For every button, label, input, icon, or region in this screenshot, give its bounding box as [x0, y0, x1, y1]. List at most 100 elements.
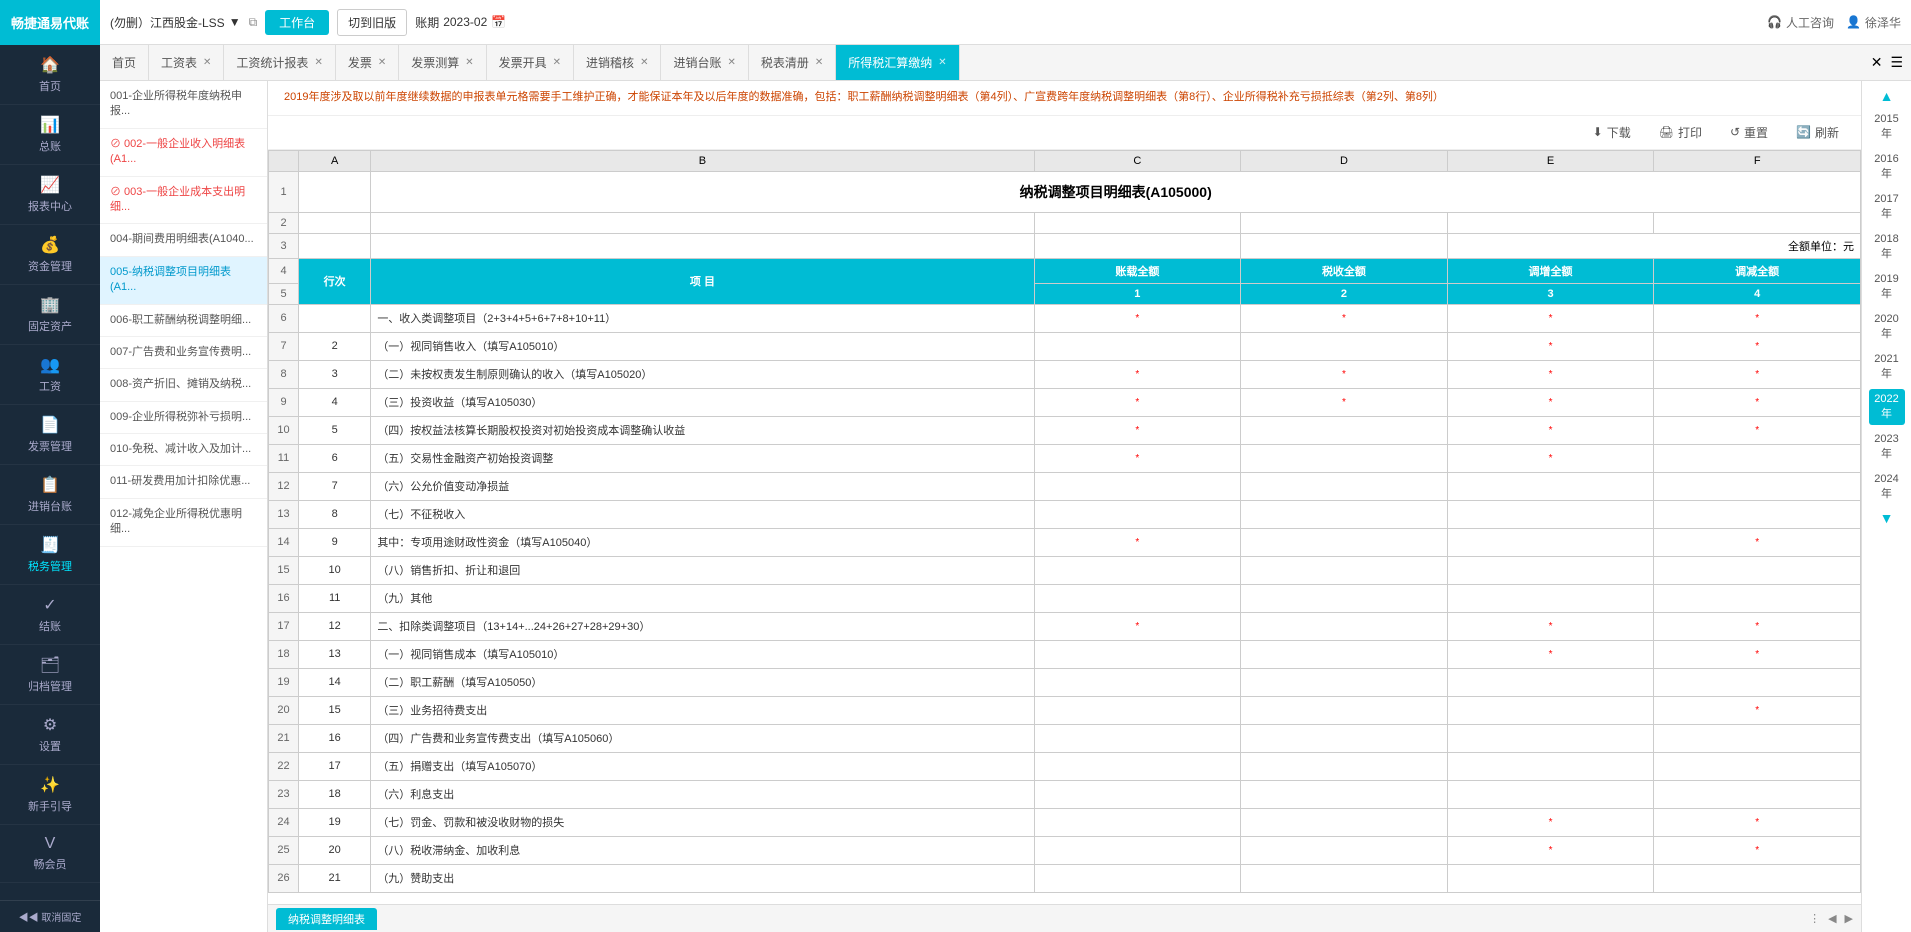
table-row-7[interactable]: 12 7 （六）公允价值变动净损益: [269, 472, 1861, 500]
cell-r12-c3[interactable]: *: [1447, 612, 1654, 640]
cell-r11-c4[interactable]: [1654, 584, 1861, 612]
cell-r20-c3[interactable]: *: [1447, 836, 1654, 864]
year-scroll-down[interactable]: ▼: [1877, 507, 1897, 529]
tab-close-8[interactable]: ✕: [815, 57, 823, 68]
sidebar-item-salary[interactable]: 👥工资: [0, 345, 100, 405]
cell-r12-c4[interactable]: *: [1654, 612, 1861, 640]
cell-r2-c2[interactable]: [1241, 332, 1448, 360]
scroll-left-icon[interactable]: ◀: [1828, 912, 1836, 925]
cell-r6-c4[interactable]: [1654, 444, 1861, 472]
calendar-icon[interactable]: 📅: [491, 15, 506, 29]
tab-close-7[interactable]: ✕: [727, 57, 735, 68]
cell-r3-c3[interactable]: *: [1447, 360, 1654, 388]
cell-r11-c2[interactable]: [1241, 584, 1448, 612]
cell-r4-c3[interactable]: *: [1447, 388, 1654, 416]
year-btn-2019年[interactable]: 2019年: [1869, 269, 1905, 305]
sidebar-item-settings[interactable]: ⚙设置: [0, 705, 100, 765]
cell-r13-c2[interactable]: [1241, 640, 1448, 668]
cell-r15-c1[interactable]: [1034, 696, 1241, 724]
tab-5[interactable]: 发票开具✕: [487, 45, 574, 81]
cell-r16-c1[interactable]: [1034, 724, 1241, 752]
cell-r20-c1[interactable]: [1034, 836, 1241, 864]
cell-r5-c2[interactable]: [1241, 416, 1448, 444]
sidebar-item-asset-mgmt[interactable]: 💰资金管理: [0, 225, 100, 285]
cell-r20-c2[interactable]: [1241, 836, 1448, 864]
cell-r9-c2[interactable]: [1241, 528, 1448, 556]
cell-r2-c4[interactable]: *: [1654, 332, 1861, 360]
doc-item-007[interactable]: 007-广告费和业务宣传费明...: [100, 337, 267, 369]
cell-r2-c1[interactable]: [1034, 332, 1241, 360]
reset-button[interactable]: ↺ 重置: [1724, 122, 1774, 143]
tab-9[interactable]: 所得税汇算缴纳✕: [836, 45, 959, 81]
tab-close-9[interactable]: ✕: [938, 57, 946, 68]
cell-r3-c4[interactable]: *: [1654, 360, 1861, 388]
sidebar-item-general-ledger[interactable]: 📊总账: [0, 105, 100, 165]
cell-r1-c4[interactable]: *: [1654, 304, 1861, 332]
sidebar-item-sales-ledger[interactable]: 📋进销台账: [0, 465, 100, 525]
tab-close-4[interactable]: ✕: [465, 57, 473, 68]
cell-r17-c4[interactable]: [1654, 752, 1861, 780]
scroll-right-icon[interactable]: ▶: [1845, 912, 1853, 925]
table-row-16[interactable]: 21 16 （四）广告费和业务宣传费支出（填写A105060）: [269, 724, 1861, 752]
cell-r15-c2[interactable]: [1241, 696, 1448, 724]
sidebar-item-fixed-assets[interactable]: 🏢固定资产: [0, 285, 100, 345]
cell-r21-c3[interactable]: [1447, 864, 1654, 892]
cell-r13-c3[interactable]: *: [1447, 640, 1654, 668]
sidebar-item-report-center[interactable]: 📈报表中心: [0, 165, 100, 225]
table-row-3[interactable]: 8 3 （二）未按权责发生制原则确认的收入（填写A105020） ****: [269, 360, 1861, 388]
tab-close-5[interactable]: ✕: [553, 57, 561, 68]
year-btn-2021年[interactable]: 2021年: [1869, 349, 1905, 385]
table-row-13[interactable]: 18 13 （一）视同销售成本（填写A105010） **: [269, 640, 1861, 668]
sidebar-item-archive[interactable]: 🗂归档管理: [0, 645, 100, 705]
cell-r6-c3[interactable]: *: [1447, 444, 1654, 472]
sheet-tab-main[interactable]: 纳税调整明细表: [276, 908, 377, 930]
table-row-9[interactable]: 14 9 其中：专项用途财政性资金（填写A105040） **: [269, 528, 1861, 556]
workbench-button[interactable]: 工作台: [265, 10, 329, 35]
cell-r12-c2[interactable]: [1241, 612, 1448, 640]
year-scroll-up[interactable]: ▲: [1877, 85, 1897, 107]
table-row-2[interactable]: 7 2 （一）视同销售收入（填写A105010） **: [269, 332, 1861, 360]
tab-4[interactable]: 发票测算✕: [399, 45, 486, 81]
tab-3[interactable]: 发票✕: [336, 45, 399, 81]
cell-r5-c1[interactable]: *: [1034, 416, 1241, 444]
download-button[interactable]: ⬇ 下载: [1587, 122, 1637, 143]
year-btn-2024年[interactable]: 2024年: [1869, 469, 1905, 505]
cell-r5-c3[interactable]: *: [1447, 416, 1654, 444]
cell-r14-c2[interactable]: [1241, 668, 1448, 696]
cell-r6-c2[interactable]: [1241, 444, 1448, 472]
doc-item-011[interactable]: 011-研发费用加计扣除优惠...: [100, 466, 267, 498]
table-row-6[interactable]: 11 6 （五）交易性金融资产初始投资调整 **: [269, 444, 1861, 472]
tab-close-2[interactable]: ✕: [314, 57, 322, 68]
cell-r4-c4[interactable]: *: [1654, 388, 1861, 416]
tab-2[interactable]: 工资统计报表✕: [224, 45, 335, 81]
cell-r6-c1[interactable]: *: [1034, 444, 1241, 472]
cell-r16-c2[interactable]: [1241, 724, 1448, 752]
cell-r17-c3[interactable]: [1447, 752, 1654, 780]
table-row-5[interactable]: 10 5 （四）按权益法核算长期股权投资对初始投资成本调整确认收益 ***: [269, 416, 1861, 444]
cell-r16-c3[interactable]: [1447, 724, 1654, 752]
year-btn-2016年[interactable]: 2016年: [1869, 149, 1905, 185]
unpin-button[interactable]: ◀◀ 取消固定: [0, 901, 100, 932]
sidebar-item-close[interactable]: ✓结账: [0, 585, 100, 645]
table-row-8[interactable]: 13 8 （七）不征税收入: [269, 500, 1861, 528]
cell-r1-c1[interactable]: *: [1034, 304, 1241, 332]
sidebar-item-home[interactable]: 🏠首页: [0, 45, 100, 105]
cell-r9-c3[interactable]: [1447, 528, 1654, 556]
cell-r19-c2[interactable]: [1241, 808, 1448, 836]
table-row-4[interactable]: 9 4 （三）投资收益（填写A105030） ****: [269, 388, 1861, 416]
sidebar-item-new-guide[interactable]: ✨新手引导: [0, 765, 100, 825]
close-tab-icon[interactable]: ✕: [1871, 54, 1883, 71]
cell-r13-c4[interactable]: *: [1654, 640, 1861, 668]
doc-item-012[interactable]: 012-减免企业所得税优惠明细...: [100, 499, 267, 547]
cell-r11-c3[interactable]: [1447, 584, 1654, 612]
cell-r11-c1[interactable]: [1034, 584, 1241, 612]
tab-8[interactable]: 税表清册✕: [749, 45, 836, 81]
cell-r18-c1[interactable]: [1034, 780, 1241, 808]
sidebar-item-vip[interactable]: V畅会员: [0, 825, 100, 883]
cell-r10-c2[interactable]: [1241, 556, 1448, 584]
cell-r10-c4[interactable]: [1654, 556, 1861, 584]
cell-r8-c2[interactable]: [1241, 500, 1448, 528]
cell-r3-c1[interactable]: *: [1034, 360, 1241, 388]
cell-r1-c3[interactable]: *: [1447, 304, 1654, 332]
refresh-button[interactable]: 🔄 刷新: [1790, 122, 1845, 143]
